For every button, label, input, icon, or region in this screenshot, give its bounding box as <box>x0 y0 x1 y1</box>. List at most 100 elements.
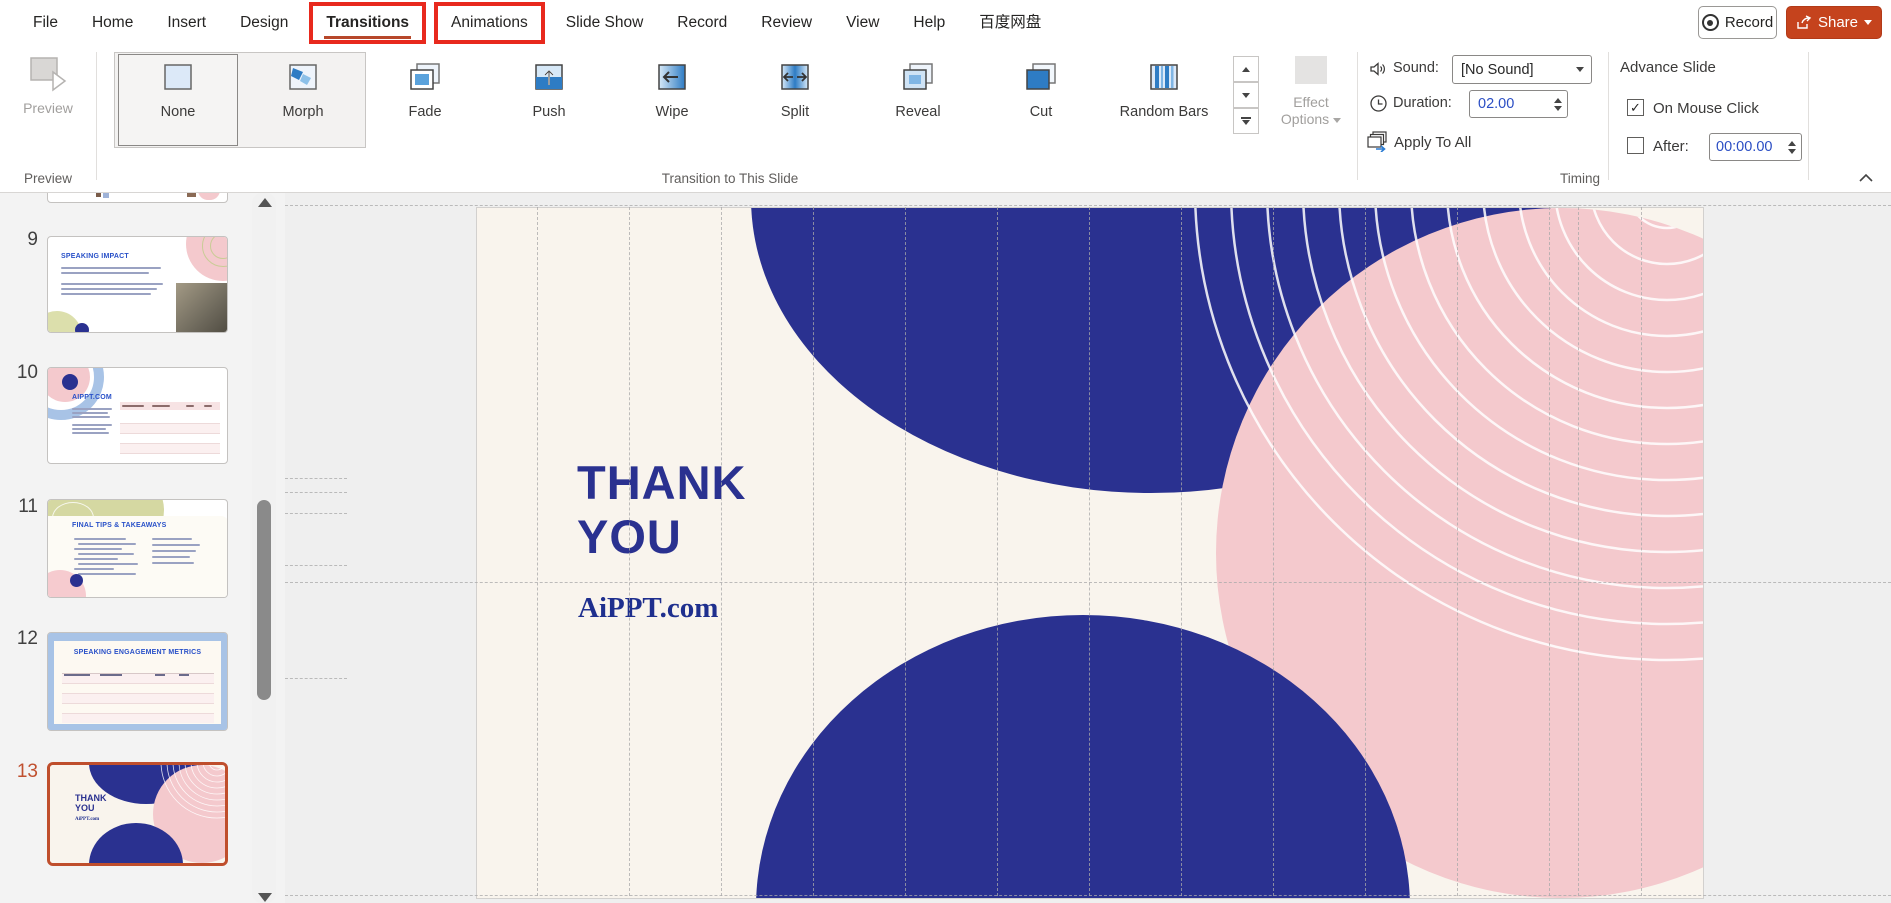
menu-slide-show[interactable]: Slide Show <box>549 0 661 46</box>
gallery-more-button[interactable] <box>1233 108 1259 134</box>
slide-thumbnail-11[interactable]: FINAL TIPS & TAKEAWAYS <box>47 499 228 598</box>
menu-baidu-netdisk[interactable]: 百度网盘 <box>962 0 1058 46</box>
gallery-scroll-up-button[interactable] <box>1233 56 1259 82</box>
decor-blue-dot <box>70 574 83 587</box>
transition-none[interactable]: None <box>118 54 238 146</box>
sound-value: [No Sound] <box>1461 61 1534 78</box>
transition-label: Fade <box>408 104 442 120</box>
slide-thumbnail-13-selected[interactable]: THANK YOU AiPPT.com <box>47 762 228 866</box>
transition-label: Reveal <box>895 104 941 120</box>
after-label: After: <box>1653 138 1689 155</box>
gridline <box>813 207 814 896</box>
thumb-title: FINAL TIPS & TAKEAWAYS <box>72 522 167 529</box>
menu-design[interactable]: Design <box>223 0 305 46</box>
slide-thumbnail-10[interactable]: AIPPT.COM <box>47 367 228 464</box>
thumb-title: SPEAKING ENGAGEMENT METRICS <box>73 649 202 656</box>
gridline <box>1181 207 1182 896</box>
transition-split-icon <box>775 60 815 96</box>
duration-clock-icon <box>1370 95 1387 112</box>
thumb-photo <box>176 283 227 332</box>
transition-label: Wipe <box>655 104 689 120</box>
transition-fade[interactable]: Fade <box>365 54 485 146</box>
scrollbar-down-arrow[interactable] <box>258 893 272 902</box>
transition-cut[interactable]: Cut <box>981 54 1101 146</box>
share-icon <box>1797 15 1812 29</box>
slide-number-selected: 13 <box>16 761 38 782</box>
menu-review[interactable]: Review <box>744 0 829 46</box>
gridline <box>629 207 630 896</box>
after-time-input[interactable]: 00:00.00 <box>1709 133 1802 161</box>
menu-view[interactable]: View <box>829 0 896 46</box>
preview-icon <box>30 57 67 92</box>
record-icon <box>1701 14 1719 31</box>
preview-button[interactable]: Preview <box>14 54 82 116</box>
timing-group-label: Timing <box>1559 171 1600 186</box>
slide-editing-canvas[interactable]: THANK YOU AiPPT.com <box>285 193 1891 903</box>
gridline <box>285 678 347 679</box>
slide-13-canvas[interactable]: THANK YOU AiPPT.com <box>476 207 1704 899</box>
thumb-13-art <box>50 765 225 863</box>
after-time-value: 00:00.00 <box>1716 139 1773 155</box>
effect-options-button[interactable]: Effect Options <box>1266 54 1356 128</box>
gridline <box>285 895 1891 896</box>
gridline <box>721 207 722 896</box>
menu-home[interactable]: Home <box>75 0 150 46</box>
transition-label: Push <box>532 104 566 120</box>
duration-input[interactable]: 02.00 <box>1469 90 1568 118</box>
thumb-title: AIPPT.COM <box>72 394 112 401</box>
preview-button-label: Preview <box>23 100 73 116</box>
gridline <box>285 478 347 479</box>
transition-label: Random Bars <box>1119 104 1209 120</box>
transition-wipe-icon <box>652 60 692 96</box>
gridline <box>905 207 906 896</box>
menu-transitions[interactable]: Transitions <box>309 2 427 44</box>
active-tab-underline <box>324 36 412 39</box>
transition-none-icon <box>158 60 198 96</box>
sound-dropdown[interactable]: [No Sound] <box>1452 55 1592 84</box>
menu-animations-label: Animations <box>451 14 528 31</box>
slide-subtitle-textbox[interactable]: AiPPT.com <box>578 592 718 625</box>
collapse-ribbon-icon[interactable] <box>1858 172 1874 184</box>
apply-to-all-button[interactable]: Apply To All <box>1394 134 1471 151</box>
menu-help[interactable]: Help <box>896 0 962 46</box>
menu-file[interactable]: File <box>16 0 75 46</box>
group-separator <box>96 52 97 180</box>
slide-thumbnail-9[interactable]: SPEAKING IMPACT <box>47 236 228 333</box>
chevron-down-icon <box>1864 20 1873 25</box>
scrollbar-up-arrow[interactable] <box>258 198 272 207</box>
chevron-down-icon <box>1333 117 1342 123</box>
transition-wipe[interactable]: Wipe <box>612 54 732 146</box>
gallery-scroll-down-button[interactable] <box>1233 82 1259 108</box>
slide-number: 11 <box>18 496 38 517</box>
slide-thumbnail-8-partial[interactable] <box>47 193 228 203</box>
slide-thumbnail-12[interactable]: SPEAKING ENGAGEMENT METRICS <box>47 632 228 731</box>
after-time-spinner[interactable] <box>1788 140 1796 154</box>
scrollbar-thumb[interactable] <box>257 500 271 700</box>
transition-label: Morph <box>282 104 324 120</box>
record-button-label: Record <box>1724 14 1774 31</box>
share-button[interactable]: Share <box>1786 6 1882 39</box>
menu-transitions-label: Transitions <box>326 14 410 31</box>
preview-group-label: Preview <box>23 171 72 186</box>
after-checkbox[interactable] <box>1627 137 1644 154</box>
transition-split[interactable]: Split <box>735 54 855 146</box>
group-separator <box>1808 52 1809 180</box>
record-button[interactable]: Record <box>1698 6 1777 39</box>
duration-spinner[interactable] <box>1554 97 1562 111</box>
transition-fade-icon <box>405 60 445 96</box>
transition-morph[interactable]: Morph <box>243 54 363 146</box>
menu-insert[interactable]: Insert <box>150 0 223 46</box>
duration-label: Duration: <box>1393 95 1452 111</box>
menu-animations[interactable]: Animations <box>434 2 545 44</box>
thumb-13-title: THANK YOU <box>75 793 107 813</box>
menu-bar: File Home Insert Design Transitions Anim… <box>0 0 1891 46</box>
gridline <box>285 205 1891 206</box>
share-button-label: Share <box>1817 14 1859 31</box>
menu-record[interactable]: Record <box>660 0 744 46</box>
on-mouse-click-checkbox[interactable]: ✓ <box>1627 99 1644 116</box>
transition-push[interactable]: Push <box>489 54 609 146</box>
gridline <box>1457 207 1458 896</box>
transition-random-bars[interactable]: Random Bars <box>1104 54 1224 146</box>
transition-reveal[interactable]: Reveal <box>858 54 978 146</box>
gridline <box>1089 207 1090 896</box>
